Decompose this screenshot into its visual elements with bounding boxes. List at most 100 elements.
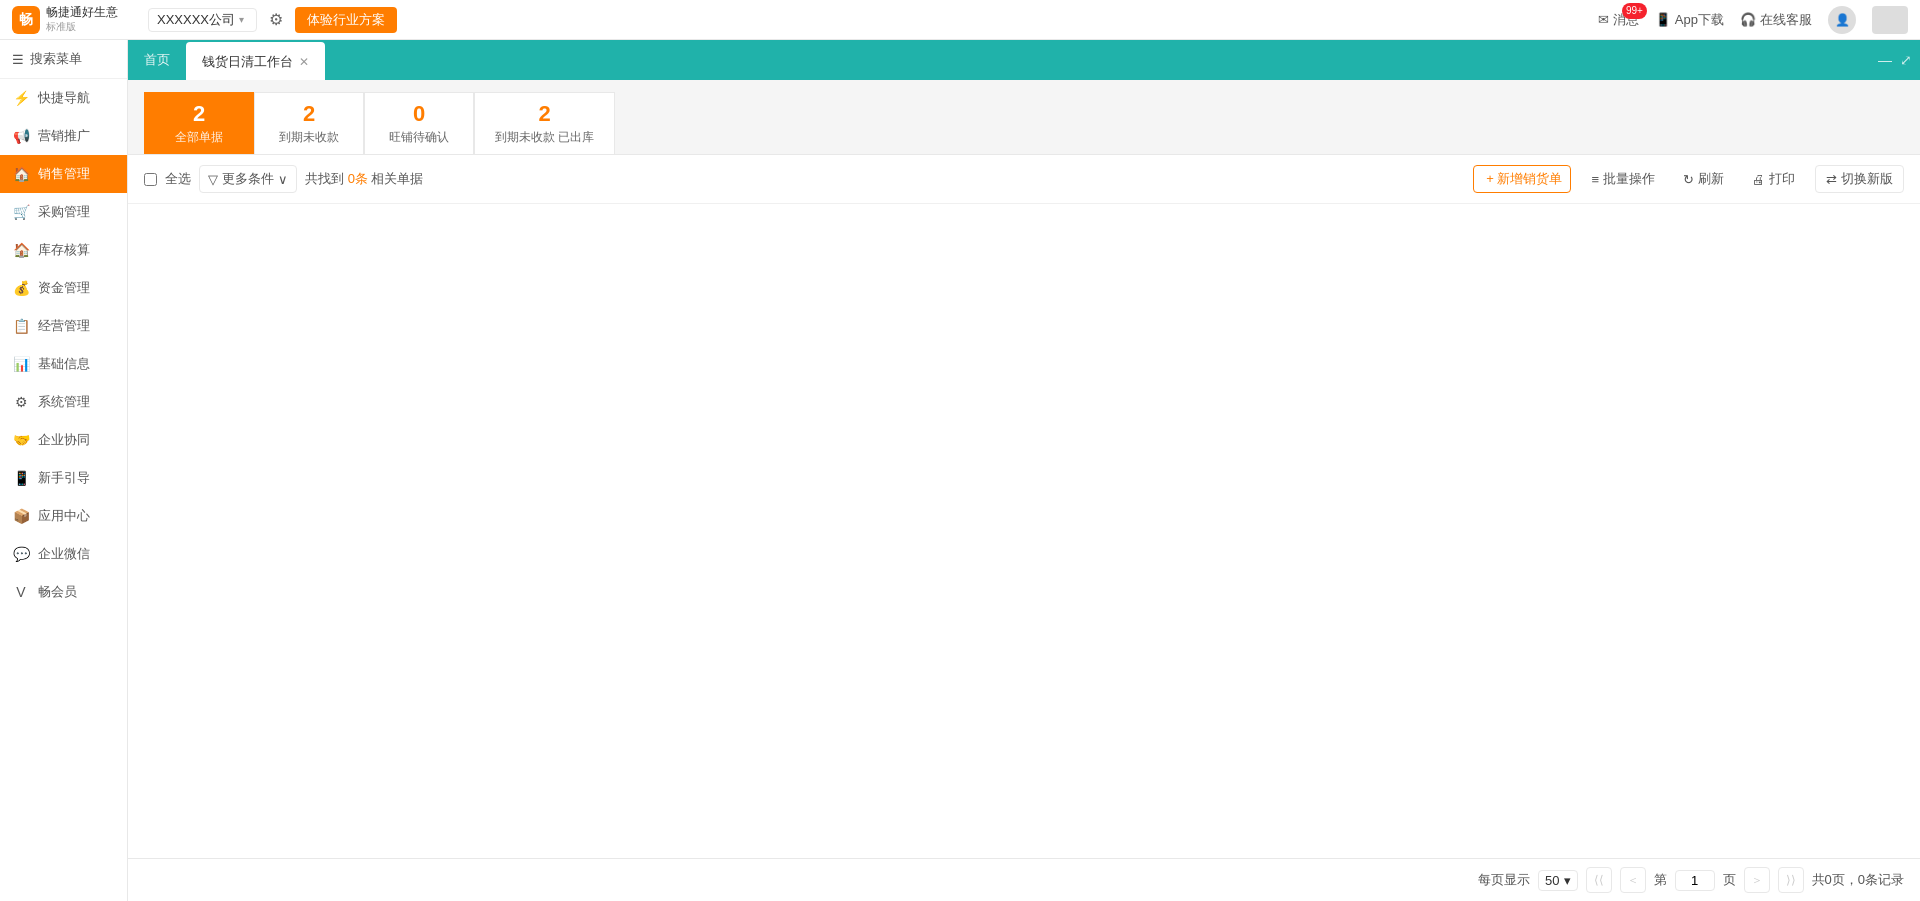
sidebar-item-marketing[interactable]: 📢 营销推广 — [0, 117, 127, 155]
switch-version-button[interactable]: ⇄ 切换新版 — [1815, 165, 1904, 193]
sidebar-item-sales[interactable]: 🏠 销售管理 — [0, 155, 127, 193]
member-icon: V — [12, 584, 30, 600]
select-all-checkbox[interactable] — [144, 173, 157, 186]
sidebar-label-cooperation: 企业协同 — [38, 431, 90, 449]
batch-icon: ≡ — [1591, 172, 1599, 187]
stat-tab-overdue[interactable]: 2 到期未收款 — [254, 92, 364, 154]
print-label: 打印 — [1769, 170, 1795, 188]
print-button[interactable]: 🖨 打印 — [1744, 166, 1803, 192]
sidebar-label-system: 系统管理 — [38, 393, 90, 411]
tab-home[interactable]: 首页 — [128, 40, 186, 80]
chevron-down-icon: ▾ — [239, 14, 244, 25]
toolbar-left: 全选 ▽ 更多条件 ∨ 共找到 0条 相关单据 — [144, 165, 423, 193]
page-number-input[interactable] — [1675, 870, 1715, 891]
page-next-button[interactable]: ＞ — [1744, 867, 1770, 893]
content-area: 首页 钱货日清工作台 ✕ — ⤢ 2 全部单据 2 到期未收款 — [128, 40, 1920, 901]
toolbar: 全选 ▽ 更多条件 ∨ 共找到 0条 相关单据 — [128, 155, 1920, 204]
system-icon: ⚙ — [12, 394, 30, 410]
stat-label-pending: 旺铺待确认 — [389, 129, 449, 146]
sidebar-item-wechat[interactable]: 💬 企业微信 — [0, 535, 127, 573]
switch-icon: ⇄ — [1826, 172, 1837, 187]
inventory-icon: 🏠 — [12, 242, 30, 258]
sidebar-label-inventory: 库存核算 — [38, 241, 90, 259]
online-service-item[interactable]: 🎧 在线客服 — [1740, 11, 1812, 29]
search-icon: ☰ — [12, 52, 24, 67]
message-icon-item[interactable]: ✉ 消息 99+ — [1598, 11, 1639, 29]
tab-bar: 首页 钱货日清工作台 ✕ — ⤢ — [128, 40, 1920, 80]
filter-button[interactable]: ▽ 更多条件 ∨ — [199, 165, 297, 193]
sidebar-label-operations: 经营管理 — [38, 317, 90, 335]
avatar[interactable]: 👤 — [1828, 6, 1856, 34]
company-selector[interactable]: XXXXXX公司 ▾ — [148, 8, 257, 32]
user-panel[interactable] — [1872, 6, 1908, 34]
sidebar-item-finance[interactable]: 💰 资金管理 — [0, 269, 127, 307]
stat-num-pending: 0 — [413, 101, 425, 127]
sidebar-item-guide[interactable]: 📱 新手引导 — [0, 459, 127, 497]
refresh-button[interactable]: ↻ 刷新 — [1675, 166, 1732, 192]
tab-minimize-icon[interactable]: — — [1878, 52, 1892, 68]
basic-info-icon: 📊 — [12, 356, 30, 372]
sidebar-item-member[interactable]: V 畅会员 — [0, 573, 127, 611]
wechat-icon: 💬 — [12, 546, 30, 562]
stat-num-all: 2 — [193, 101, 205, 127]
found-count: 0条 — [348, 171, 368, 186]
stat-label-overdue-shipped: 到期未收款 已出库 — [495, 129, 594, 146]
pagination: 每页显示 50 ▾ ⟨⟨ ＜ 第 页 ＞ ⟩⟩ 共0页，0条记录 — [128, 858, 1920, 901]
sidebar-label-marketing: 营销推广 — [38, 127, 90, 145]
main-layout: ☰ 搜索菜单 ⚡ 快捷导航 📢 营销推广 🏠 销售管理 🛒 采购管理 🏠 库存核… — [0, 40, 1920, 901]
page-last-button[interactable]: ⟩⟩ — [1778, 867, 1804, 893]
stat-tab-pending[interactable]: 0 旺铺待确认 — [364, 92, 474, 154]
sales-icon: 🏠 — [12, 166, 30, 182]
sidebar-item-quick-nav[interactable]: ⚡ 快捷导航 — [0, 79, 127, 117]
header-right: ✉ 消息 99+ 📱 App下载 🎧 在线客服 👤 — [1598, 6, 1908, 34]
sidebar-item-cooperation[interactable]: 🤝 企业协同 — [0, 421, 127, 459]
filter-icon: ▽ — [208, 172, 218, 187]
stat-num-overdue: 2 — [303, 101, 315, 127]
found-suffix: 相关单据 — [371, 171, 423, 186]
search-label: 搜索菜单 — [30, 50, 82, 68]
sidebar-item-basic-info[interactable]: 📊 基础信息 — [0, 345, 127, 383]
page-size-select[interactable]: 50 ▾ — [1538, 870, 1577, 891]
print-icon: 🖨 — [1752, 172, 1765, 187]
toolbar-right: + 新增销货单 ≡ 批量操作 ↻ 刷新 🖨 打印 — [1473, 165, 1904, 193]
app-download-label: App下载 — [1675, 11, 1724, 29]
page-first-button[interactable]: ⟨⟨ — [1586, 867, 1612, 893]
refresh-label: 刷新 — [1698, 170, 1724, 188]
logo-area: 畅 畅捷通好生意 标准版 — [12, 5, 140, 35]
cooperation-icon: 🤝 — [12, 432, 30, 448]
trial-button[interactable]: 体验行业方案 — [295, 7, 397, 33]
message-badge: 99+ — [1622, 3, 1647, 19]
sidebar-item-inventory[interactable]: 🏠 库存核算 — [0, 231, 127, 269]
stat-label-overdue: 到期未收款 — [279, 129, 339, 146]
settings-icon[interactable]: ⚙ — [265, 6, 287, 33]
batch-operation-button[interactable]: ≡ 批量操作 — [1583, 166, 1663, 192]
page-prev-button[interactable]: ＜ — [1620, 867, 1646, 893]
sidebar-item-purchase[interactable]: 🛒 采购管理 — [0, 193, 127, 231]
sidebar-label-member: 畅会员 — [38, 583, 77, 601]
app-download-item[interactable]: 📱 App下载 — [1655, 11, 1724, 29]
tab-workspace[interactable]: 钱货日清工作台 ✕ — [186, 42, 325, 82]
refresh-icon: ↻ — [1683, 172, 1694, 187]
found-text: 共找到 0条 相关单据 — [305, 170, 423, 188]
batch-label: 批量操作 — [1603, 170, 1655, 188]
sidebar-item-app-center[interactable]: 📦 应用中心 — [0, 497, 127, 535]
add-btn-label: + 新增销货单 — [1486, 170, 1562, 188]
stat-label-all: 全部单据 — [175, 129, 223, 146]
logo-icon: 畅 — [12, 6, 40, 34]
tab-close-icon[interactable]: ✕ — [299, 56, 309, 68]
finance-icon: 💰 — [12, 280, 30, 296]
stat-tab-overdue-shipped[interactable]: 2 到期未收款 已出库 — [474, 92, 615, 154]
add-sales-order-button[interactable]: + 新增销货单 — [1473, 165, 1571, 193]
filter-arrow-icon: ∨ — [278, 172, 288, 187]
stat-tab-all[interactable]: 2 全部单据 — [144, 92, 254, 154]
page-text-prefix: 第 — [1654, 871, 1667, 889]
tab-maximize-icon[interactable]: ⤢ — [1900, 52, 1912, 68]
app-icon: 📱 — [1655, 12, 1671, 27]
logo-sub: 标准版 — [46, 20, 118, 34]
sidebar-item-operations[interactable]: 📋 经营管理 — [0, 307, 127, 345]
sidebar-search[interactable]: ☰ 搜索菜单 — [0, 40, 127, 79]
purchase-icon: 🛒 — [12, 204, 30, 220]
sidebar-item-system[interactable]: ⚙ 系统管理 — [0, 383, 127, 421]
sidebar: ☰ 搜索菜单 ⚡ 快捷导航 📢 营销推广 🏠 销售管理 🛒 采购管理 🏠 库存核… — [0, 40, 128, 901]
quick-nav-icon: ⚡ — [12, 90, 30, 106]
